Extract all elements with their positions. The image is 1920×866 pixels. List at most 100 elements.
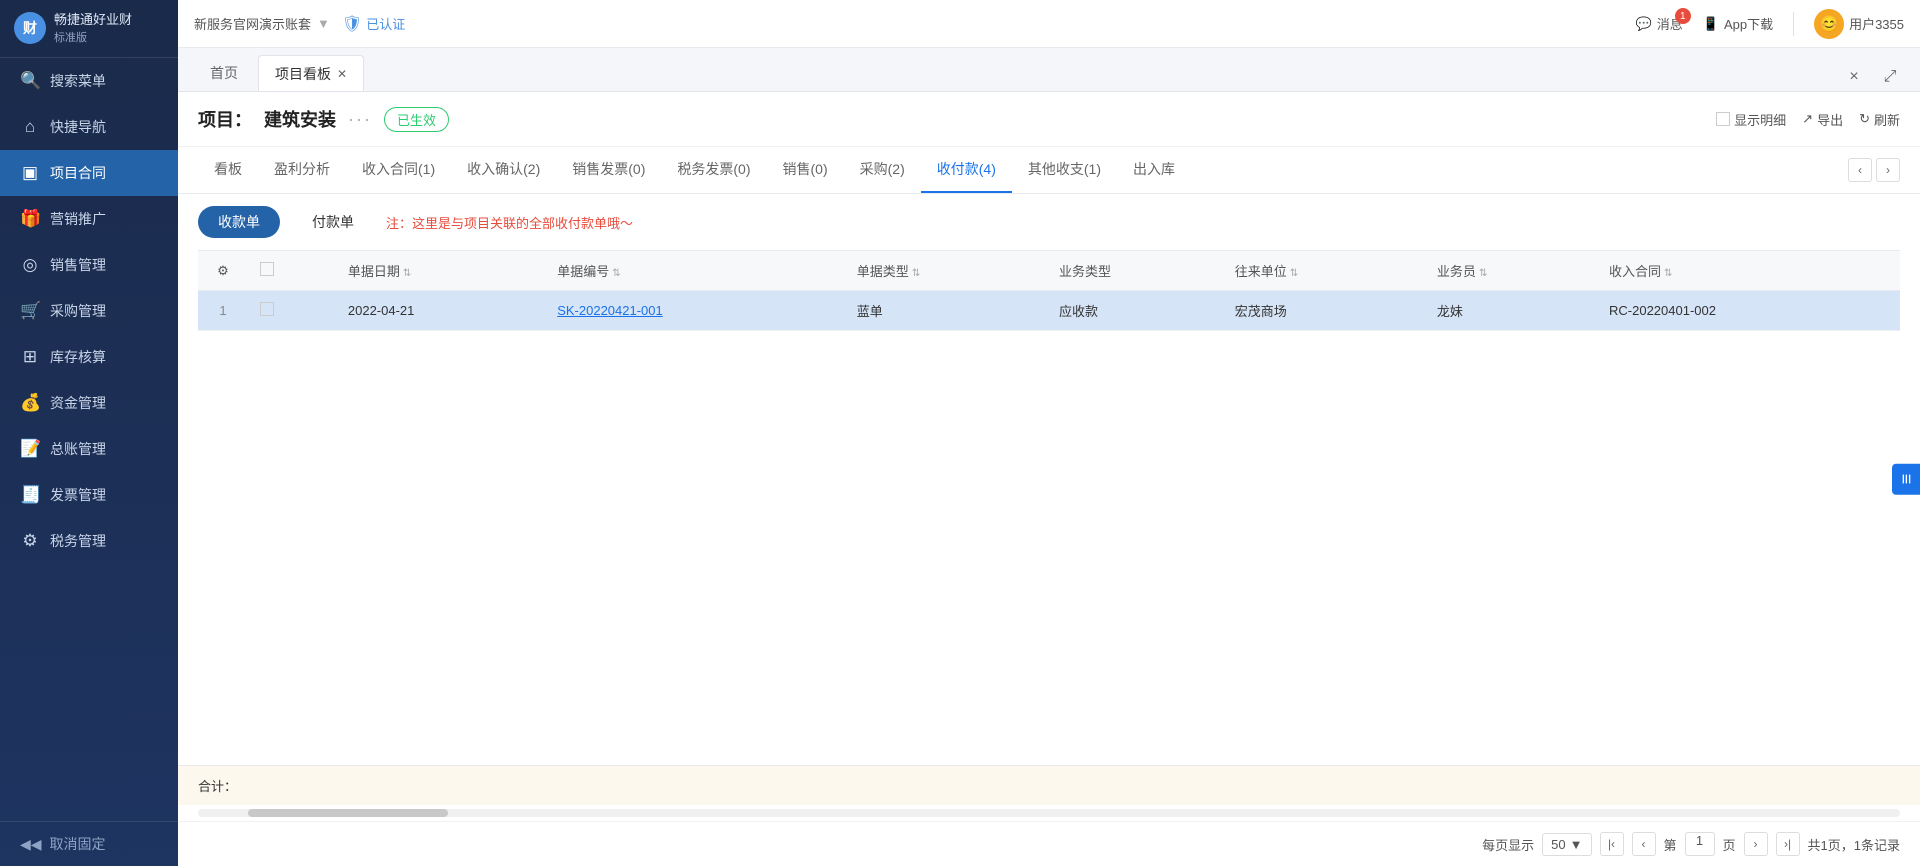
unpin-button[interactable]: ◀◀ 取消固定 [0, 821, 178, 866]
sub-tab-sales-invoice[interactable]: 销售发票(0) [556, 147, 661, 193]
ledger-icon: 📝 [20, 439, 40, 459]
sidebar-label-search: 搜索菜单 [50, 71, 106, 91]
show-detail-action[interactable]: 显示明细 [1716, 110, 1786, 129]
topbar-dropdown-icon[interactable]: ▼ [317, 16, 330, 31]
maximize-icon: ⤢ [1884, 68, 1897, 86]
export-button[interactable]: ↗ 导出 [1802, 110, 1843, 129]
close-button[interactable]: × [1840, 63, 1868, 91]
tab-project-board[interactable]: 项目看板 ✕ [258, 55, 364, 91]
refresh-icon: ↻ [1859, 111, 1870, 127]
sub-tab-tax-invoice[interactable]: 税务发票(0) [661, 147, 766, 193]
project-header: 项目： 建筑安装 ··· 已生效 显示明细 ↗ 导出 ↻ 刷新 [178, 92, 1920, 147]
sub-tab-income-contract[interactable]: 收入合同(1) [346, 147, 451, 193]
col-income-contract: 收入合同⇅ [1597, 251, 1900, 291]
sidebar-item-finance[interactable]: 💰 资金管理 [0, 380, 178, 426]
logo-icon: 财 [14, 12, 46, 44]
sidebar-item-search[interactable]: 🔍 搜索菜单 [0, 58, 178, 104]
table-container: ⚙ 单据日期⇅ 单据编号⇅ 单据类型⇅ [178, 250, 1920, 765]
sidebar-label-project: 项目合同 [50, 163, 106, 183]
sub-tab-sales[interactable]: 销售(0) [767, 147, 844, 193]
unpin-label: 取消固定 [50, 834, 106, 854]
sub-nav-prev[interactable]: ‹ [1848, 158, 1872, 182]
sub-nav-next[interactable]: › [1876, 158, 1900, 182]
user-avatar: 😊 [1814, 9, 1844, 39]
project-more-icon[interactable]: ··· [348, 109, 372, 130]
sub-nav: 看板 盈利分析 收入合同(1) 收入确认(2) 销售发票(0) 税务发票(0) … [178, 147, 1920, 194]
scrollbar-thumb[interactable] [248, 809, 448, 817]
message-button[interactable]: 💬 消息 1 [1636, 14, 1683, 33]
row-code-link[interactable]: SK-20220421-001 [557, 303, 663, 318]
row-income-contract: RC-20220401-002 [1597, 291, 1900, 331]
sub-tab-kanban[interactable]: 看板 [198, 147, 258, 193]
row-code[interactable]: SK-20220421-001 [545, 291, 845, 331]
side-action-icon: ≡ [1896, 474, 1917, 485]
project-label-prefix: 项目： [198, 106, 252, 132]
certified-label: 已认证 [366, 14, 405, 33]
home-icon: ⌂ [20, 117, 40, 137]
inventory-icon: ⊞ [20, 347, 40, 367]
tab-home[interactable]: 首页 [194, 55, 254, 91]
table-row[interactable]: 1 2022-04-21 SK-20220421-001 蓝单 应收款 宏茂商场… [198, 291, 1900, 331]
unpin-icon: ◀◀ [20, 836, 42, 853]
sub-tab-income-confirm[interactable]: 收入确认(2) [451, 147, 556, 193]
header-checkbox[interactable] [260, 262, 274, 276]
phone-icon: 📱 [1703, 16, 1719, 32]
export-label: 导出 [1817, 110, 1843, 129]
user-profile[interactable]: 😊 用户3355 [1814, 9, 1904, 39]
row-partner: 宏茂商场 [1223, 291, 1425, 331]
sub-tab-other[interactable]: 其他收支(1) [1012, 147, 1117, 193]
partner-sort-icon: ⇅ [1290, 268, 1298, 279]
page-size-value: 50 [1551, 837, 1565, 852]
sidebar-label-quicknav: 快捷导航 [50, 117, 106, 137]
total-pages-label: 共1页，1条记录 [1808, 835, 1900, 854]
export-icon: ↗ [1802, 111, 1813, 127]
page-number-input[interactable]: 1 [1685, 832, 1715, 856]
sidebar-item-project[interactable]: ▣ 项目合同 [0, 150, 178, 196]
page-size-dropdown-icon: ▼ [1570, 837, 1583, 852]
sub-tab-in-out[interactable]: 出入库 [1117, 147, 1191, 193]
row-salesperson: 龙妹 [1425, 291, 1597, 331]
tabbar: 首页 项目看板 ✕ × ⤢ [178, 48, 1920, 92]
sidebar-item-ledger[interactable]: 📝 总账管理 [0, 426, 178, 472]
sub-nav-arrows: ‹ › [1848, 158, 1900, 182]
page-label: 第 [1664, 835, 1677, 854]
sidebar-item-purchase[interactable]: 🛒 采购管理 [0, 288, 178, 334]
sidebar-label-finance: 资金管理 [50, 393, 106, 413]
project-icon: ▣ [20, 163, 40, 183]
sidebar-label-inventory: 库存核算 [50, 347, 106, 367]
logo-subtitle: 标准版 [54, 29, 132, 45]
search-icon: 🔍 [20, 71, 40, 91]
sidebar-item-tax[interactable]: ⚙ 税务管理 [0, 518, 178, 564]
window-controls: × ⤢ [1840, 63, 1904, 91]
page-first-button[interactable]: |‹ [1600, 832, 1624, 856]
payment-button[interactable]: 付款单 [292, 206, 374, 238]
page-next-button[interactable]: › [1744, 832, 1768, 856]
receipt-button[interactable]: 收款单 [198, 206, 280, 238]
row-checkbox[interactable] [260, 302, 274, 316]
sidebar-item-inventory[interactable]: ⊞ 库存核算 [0, 334, 178, 380]
sidebar-item-marketing[interactable]: 🎁 营销推广 [0, 196, 178, 242]
side-action-button[interactable]: ≡ [1892, 464, 1920, 495]
horizontal-scrollbar[interactable] [198, 809, 1900, 817]
sidebar-item-quicknav[interactable]: ⌂ 快捷导航 [0, 104, 178, 150]
code-sort-icon: ⇅ [612, 268, 620, 279]
row-checkbox-cell [248, 291, 336, 331]
sub-tab-receive[interactable]: 收付款(4) [921, 147, 1012, 193]
sidebar-label-marketing: 营销推广 [50, 209, 106, 229]
sidebar-item-invoice[interactable]: 🧾 发票管理 [0, 472, 178, 518]
page-size-select[interactable]: 50 ▼ [1542, 833, 1591, 856]
sub-tab-purchase[interactable]: 采购(2) [844, 147, 921, 193]
tab-close-icon[interactable]: ✕ [337, 67, 347, 81]
salesperson-sort-icon: ⇅ [1479, 268, 1487, 279]
sidebar-item-sales[interactable]: ◎ 销售管理 [0, 242, 178, 288]
page-prev-button[interactable]: ‹ [1632, 832, 1656, 856]
gift-icon: 🎁 [20, 209, 40, 229]
settings-icon[interactable]: ⚙ [217, 263, 229, 278]
show-detail-checkbox[interactable] [1716, 112, 1730, 126]
refresh-button[interactable]: ↻ 刷新 [1859, 110, 1900, 129]
app-download-button[interactable]: 📱 App下载 [1703, 14, 1773, 33]
maximize-button[interactable]: ⤢ [1876, 63, 1904, 91]
logo-title: 畅捷通好业财 [54, 12, 132, 29]
page-last-button[interactable]: ›| [1776, 832, 1800, 856]
sub-tab-profit[interactable]: 盈利分析 [258, 147, 346, 193]
